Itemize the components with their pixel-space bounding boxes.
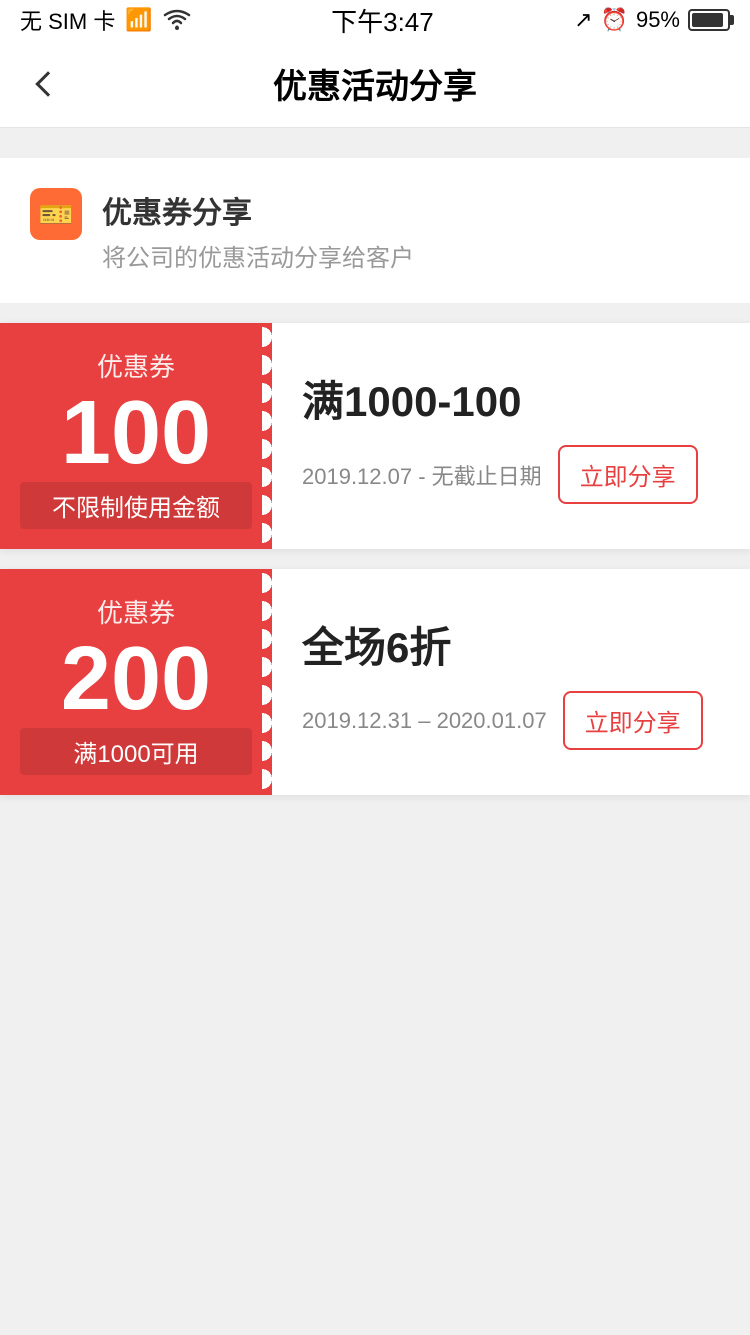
alarm-icon: ⏰ <box>601 7 628 33</box>
battery-percent: 95% <box>636 7 680 33</box>
share-button-1[interactable]: 立即分享 <box>558 445 698 504</box>
coupon-date-start-1: 2019.12.07 <box>302 464 412 489</box>
coupon-date-1: 2019.12.07 - 无截止日期 <box>302 459 542 491</box>
coupon-red-section-1: 优惠券 100 不限制使用金额 <box>0 323 272 549</box>
section-info: 🎫 优惠券分享 将公司的优惠活动分享给客户 <box>0 158 750 303</box>
section-icon: 🎫 <box>30 188 82 240</box>
nav-bar: 优惠活动分享 <box>0 40 750 128</box>
coupon-date-sep-2: – <box>412 708 436 733</box>
wifi-icon <box>163 9 191 31</box>
coupon-title-1: 满1000-100 <box>302 368 726 429</box>
coupon-label-1: 优惠券 <box>97 347 175 384</box>
coupon-title-2: 全场6折 <box>302 614 726 675</box>
back-arrow-icon <box>35 71 60 96</box>
location-icon: ↗ <box>574 7 592 33</box>
coupon-date-start-2: 2019.12.31 <box>302 708 412 733</box>
bottom-space <box>0 835 750 1335</box>
share-button-2[interactable]: 立即分享 <box>563 691 703 750</box>
coupon-date-end-2: 2020.01.07 <box>437 708 547 733</box>
status-bar: 无 SIM 卡 📶 下午3:47 ↗ ⏰ 95% <box>0 0 750 40</box>
coupon-date-row-1: 2019.12.07 - 无截止日期 立即分享 <box>302 445 726 504</box>
coupon-item-1: 优惠券 100 不限制使用金额 满1000-100 2019.12.07 - 无… <box>0 323 750 549</box>
coupon-amount-1: 100 <box>61 388 211 478</box>
coupon-date-end-1: 无截止日期 <box>432 464 542 489</box>
battery-icon <box>688 9 730 31</box>
coupon-item-2: 优惠券 200 满1000可用 全场6折 2019.12.31 – 2020.0… <box>0 569 750 795</box>
page-title: 优惠活动分享 <box>273 59 477 108</box>
coupon-label-2: 优惠券 <box>97 593 175 630</box>
coupon-condition-1: 不限制使用金额 <box>20 482 252 529</box>
back-button[interactable] <box>28 64 68 104</box>
coupon-white-section-1: 满1000-100 2019.12.07 - 无截止日期 立即分享 <box>272 323 750 549</box>
status-left: 无 SIM 卡 📶 <box>20 4 191 36</box>
coupon-date-sep-1: - <box>412 464 432 489</box>
sim-card-icon: 📶 <box>125 7 152 33</box>
coupon-list: 优惠券 100 不限制使用金额 满1000-100 2019.12.07 - 无… <box>0 303 750 835</box>
coupon-condition-2: 满1000可用 <box>20 728 252 775</box>
coupon-white-section-2: 全场6折 2019.12.31 – 2020.01.07 立即分享 <box>272 569 750 795</box>
section-subtitle: 将公司的优惠活动分享给客户 <box>102 238 414 273</box>
coupon-amount-2: 200 <box>61 634 211 724</box>
coupon-date-2: 2019.12.31 – 2020.01.07 <box>302 708 547 734</box>
carrier-text: 无 SIM 卡 <box>20 4 115 36</box>
section-separator-top <box>0 128 750 158</box>
coupon-date-row-2: 2019.12.31 – 2020.01.07 立即分享 <box>302 691 726 750</box>
section-title: 优惠券分享 <box>102 188 414 232</box>
status-time: 下午3:47 <box>331 2 434 39</box>
coupon-icon: 🎫 <box>39 198 74 231</box>
coupon-red-section-2: 优惠券 200 满1000可用 <box>0 569 272 795</box>
status-right: ↗ ⏰ 95% <box>574 7 730 33</box>
section-text: 优惠券分享 将公司的优惠活动分享给客户 <box>102 188 414 273</box>
